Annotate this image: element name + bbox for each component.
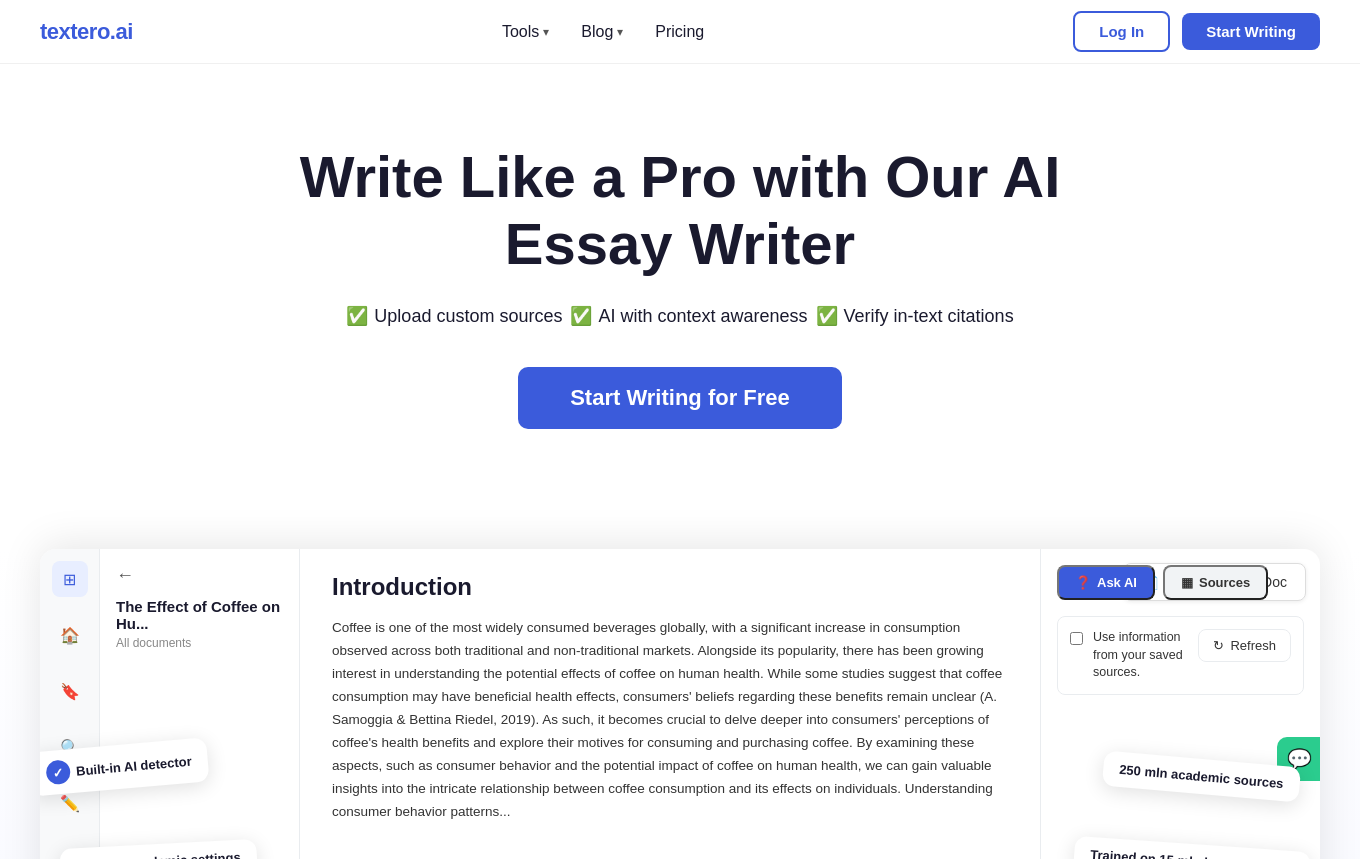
main-content: Introduction Coffee is one of the most w… <box>300 549 1040 859</box>
login-button[interactable]: Log In <box>1073 11 1170 52</box>
sidebar-icon-home[interactable]: 🏠 <box>52 617 88 653</box>
doc-nav: ← <box>116 565 283 586</box>
nav-center: Tools ▾ Blog ▾ Pricing <box>502 23 704 41</box>
sources-option: Use information from your saved sources.… <box>1057 616 1304 695</box>
nav-pricing[interactable]: Pricing <box>655 23 704 41</box>
nav-actions: Log In Start Writing <box>1073 11 1320 52</box>
feature-3: ✅ Verify in-text citations <box>816 305 1014 327</box>
hero-section: Write Like a Pro with Our AI Essay Write… <box>0 64 1360 549</box>
sources-option-text: Use information from your saved sources. <box>1093 629 1188 682</box>
navbar: textero.ai Tools ▾ Blog ▾ Pricing Log In… <box>0 0 1360 64</box>
content-body: Coffee is one of the most widely consume… <box>332 617 1008 823</box>
nav-tools[interactable]: Tools ▾ <box>502 23 549 41</box>
cta-button[interactable]: Start Writing for Free <box>518 367 842 429</box>
sidebar-icon-grid[interactable]: ⊞ <box>52 561 88 597</box>
preview-wrapper: 📄 Create Google Doc ⊞ 🏠 🔖 🔍 ✏️ ← The Eff… <box>0 549 1360 859</box>
app-mock: ⊞ 🏠 🔖 🔍 ✏️ ← The Effect of Coffee on Hu.… <box>40 549 1320 859</box>
ask-ai-tab[interactable]: ❓ Ask AI <box>1057 565 1155 600</box>
logo-text: textero.ai <box>40 19 133 45</box>
checkmark-icon: ✓ <box>45 760 71 786</box>
right-panel: ❓ Ask AI ▦ Sources Use information from … <box>1040 549 1320 859</box>
sidebar-icon-bookmark[interactable]: 🔖 <box>52 673 88 709</box>
doc-title: The Effect of Coffee on Hu... <box>116 598 283 632</box>
logo[interactable]: textero.ai <box>40 19 133 45</box>
sources-icon: ▦ <box>1181 575 1193 590</box>
app-preview: 📄 Create Google Doc ⊞ 🏠 🔖 🔍 ✏️ ← The Eff… <box>40 549 1320 859</box>
feature-2: ✅ AI with context awareness <box>570 305 807 327</box>
hero-features: ✅ Upload custom sources ✅ AI with contex… <box>346 305 1013 327</box>
sources-tab[interactable]: ▦ Sources <box>1163 565 1268 600</box>
check-icon-2: ✅ <box>570 305 592 327</box>
app-sidebar: ⊞ 🏠 🔖 🔍 ✏️ <box>40 549 100 859</box>
ai-tabs: ❓ Ask AI ▦ Sources <box>1057 565 1304 600</box>
doc-subtitle: All documents <box>116 636 283 650</box>
hero-title: Write Like a Pro with Our AI Essay Write… <box>250 144 1110 277</box>
refresh-button[interactable]: ↻ Refresh <box>1198 629 1291 662</box>
blog-chevron-icon: ▾ <box>617 25 623 39</box>
tools-chevron-icon: ▾ <box>543 25 549 39</box>
check-icon-3: ✅ <box>816 305 838 327</box>
start-writing-button[interactable]: Start Writing <box>1182 13 1320 50</box>
refresh-icon: ↻ <box>1213 638 1224 653</box>
nav-blog[interactable]: Blog ▾ <box>581 23 623 41</box>
question-icon: ❓ <box>1075 575 1091 590</box>
sources-checkbox[interactable] <box>1070 632 1083 645</box>
back-arrow-icon[interactable]: ← <box>116 565 134 586</box>
content-heading: Introduction <box>332 573 1008 601</box>
check-icon-1: ✅ <box>346 305 368 327</box>
doc-panel: ← The Effect of Coffee on Hu... All docu… <box>100 549 300 859</box>
feature-1: ✅ Upload custom sources <box>346 305 562 327</box>
